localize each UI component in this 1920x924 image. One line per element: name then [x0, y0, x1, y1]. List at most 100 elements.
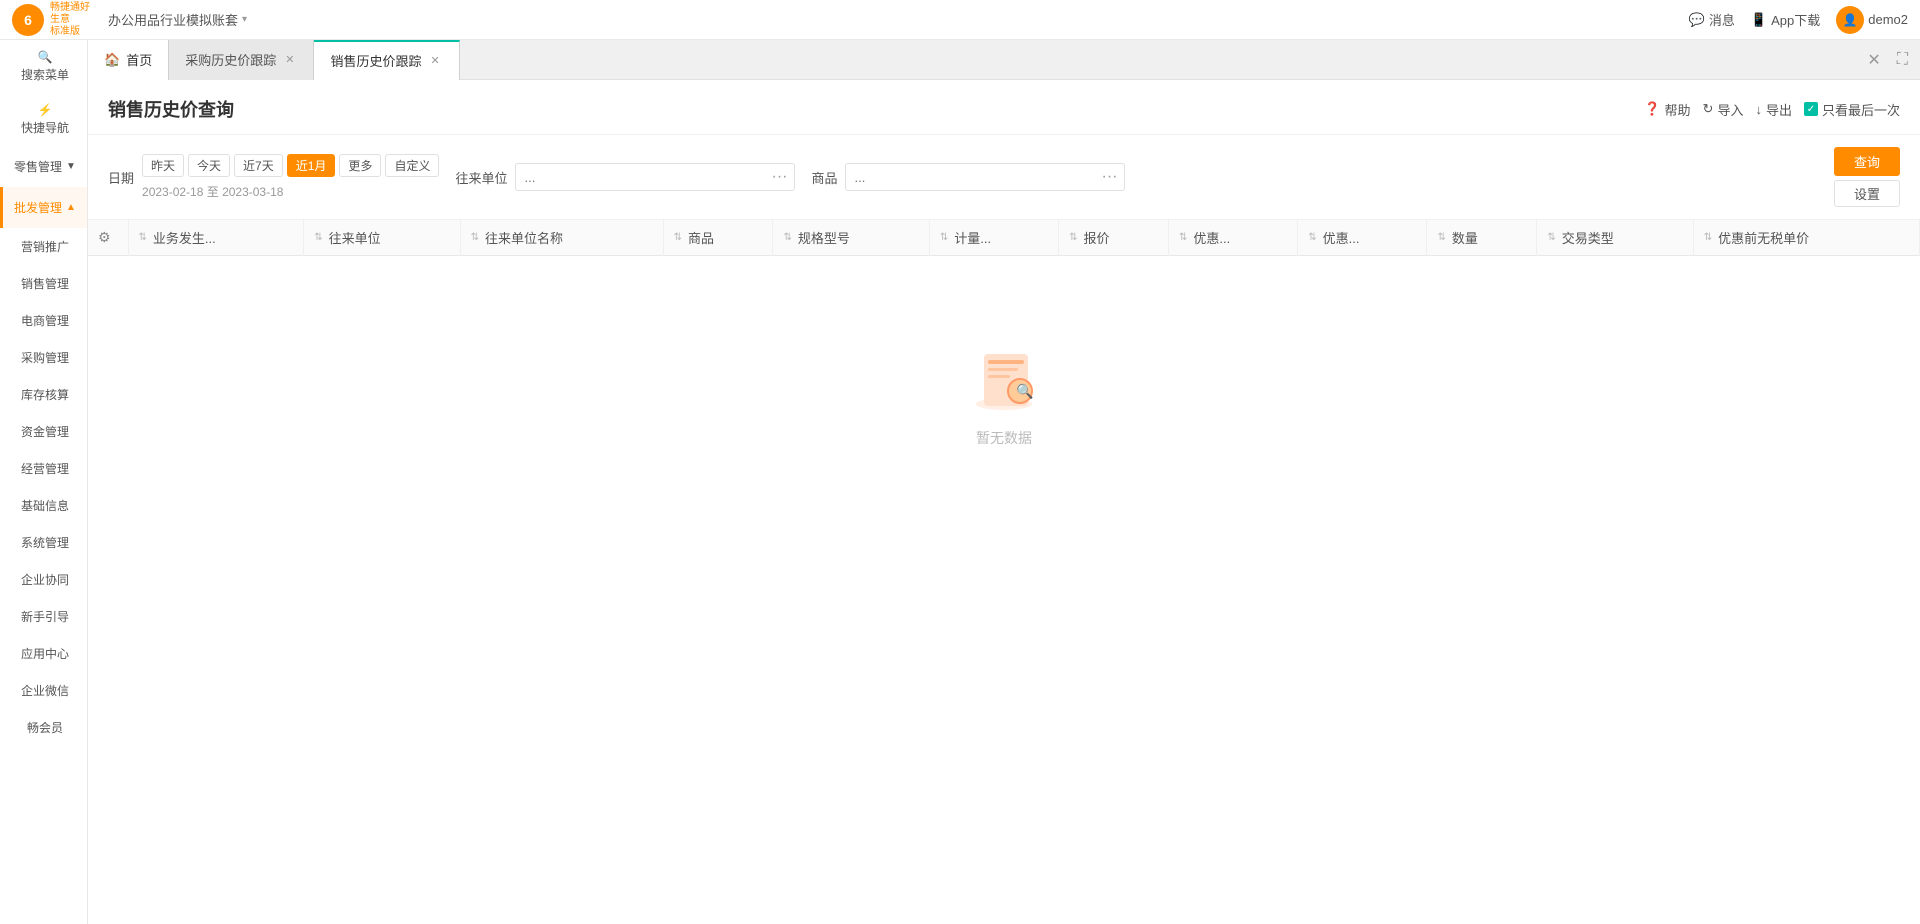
- th-partner-name[interactable]: ⇅ 往来单位名称: [460, 220, 663, 256]
- empty-state-icon: 🔍: [964, 336, 1044, 416]
- th-price[interactable]: ⇅ 报价: [1059, 220, 1169, 256]
- today-btn[interactable]: 今天: [188, 154, 230, 177]
- last1m-btn[interactable]: 近1月: [287, 154, 336, 177]
- tab-bar-actions: ✕ ⛶: [1863, 46, 1920, 74]
- sidebar-item-enterprise[interactable]: 企业协同: [0, 561, 87, 598]
- product-input[interactable]: [845, 163, 1125, 191]
- last-only-checkbox[interactable]: ✓ 只看最后一次: [1804, 100, 1900, 119]
- date-controls: 昨天 今天 近7天 近1月 更多 自定义 2023-02-18 至 2023-0…: [142, 154, 439, 200]
- partner-filter-group: 往来单位 ···: [455, 163, 795, 191]
- th-product[interactable]: ⇅ 商品: [663, 220, 773, 256]
- th-unit[interactable]: ⇅ 计量...: [929, 220, 1058, 256]
- th-spec[interactable]: ⇅ 规格型号: [773, 220, 929, 256]
- logo-icon: 6: [12, 4, 44, 36]
- th-pretax-price[interactable]: ⇅ 优惠前无税单价: [1693, 220, 1919, 256]
- chevron-down-icon: ▾: [242, 14, 247, 25]
- date-filter-label: 日期: [108, 168, 134, 187]
- close-all-tabs-button[interactable]: ✕: [1863, 46, 1884, 74]
- page-header: 销售历史价查询 ❓ 帮助 ↻ 导入 ↓ 导出 ✓: [88, 80, 1920, 135]
- page-header-actions: ❓ 帮助 ↻ 导入 ↓ 导出 ✓ 只看最后一次: [1644, 100, 1900, 131]
- app-download-button[interactable]: 📱 App下载: [1751, 10, 1820, 29]
- th-biz-date[interactable]: ⇅ 业务发生...: [128, 220, 304, 256]
- th-discount2[interactable]: ⇅ 优惠...: [1298, 220, 1427, 256]
- message-icon: 💬: [1689, 12, 1705, 28]
- tab-purchase-history[interactable]: 采购历史价跟踪 ✕: [169, 40, 314, 80]
- sidebar-item-sales[interactable]: 销售管理: [0, 265, 87, 302]
- sidebar-item-wholesale[interactable]: 批发管理 ▲: [0, 187, 87, 228]
- header-left: 6 畅捷通好生意 标准版 办公用品行业模拟账套 ▾: [12, 2, 255, 38]
- top-header: 6 畅捷通好生意 标准版 办公用品行业模拟账套 ▾ 💬 消息 📱 App下载 👤…: [0, 0, 1920, 40]
- sort-icon: ⇅: [783, 232, 791, 243]
- sidebar-item-inventory[interactable]: 库存核算: [0, 376, 87, 413]
- table-area: ⚙ ⇅ 业务发生... ⇅ 往来单: [88, 220, 1920, 924]
- tab-sales-history[interactable]: 销售历史价跟踪 ✕: [314, 40, 459, 80]
- app-selector[interactable]: 办公用品行业模拟账套 ▾: [100, 6, 255, 33]
- sidebar-item-finance[interactable]: 资金管理: [0, 413, 87, 450]
- sidebar-item-apps[interactable]: 应用中心: [0, 635, 87, 672]
- page-title: 销售历史价查询: [108, 96, 234, 134]
- sidebar-item-system[interactable]: 系统管理: [0, 524, 87, 561]
- close-sales-tab-button[interactable]: ✕: [427, 53, 442, 68]
- maximize-button[interactable]: ⛶: [1893, 47, 1912, 73]
- th-partner-code[interactable]: ⇅ 往来单位: [304, 220, 460, 256]
- sidebar-item-marketing[interactable]: 营销推广: [0, 228, 87, 265]
- quick-nav-icon: ⚡: [38, 103, 53, 117]
- product-input-dots-icon[interactable]: ···: [1102, 168, 1118, 186]
- sidebar-item-wechat[interactable]: 企业微信: [0, 672, 87, 709]
- th-quantity[interactable]: ⇅ 数量: [1427, 220, 1537, 256]
- sidebar-item-basic[interactable]: 基础信息: [0, 487, 87, 524]
- table-header-row: ⚙ ⇅ 业务发生... ⇅ 往来单: [88, 220, 1920, 256]
- custom-btn[interactable]: 自定义: [385, 154, 439, 177]
- product-filter-group: 商品 ···: [811, 163, 1125, 191]
- query-button[interactable]: 查询: [1834, 147, 1900, 176]
- help-button[interactable]: ❓ 帮助: [1644, 100, 1690, 119]
- page-content: 销售历史价查询 ❓ 帮助 ↻ 导入 ↓ 导出 ✓: [88, 80, 1920, 924]
- empty-text: 暂无数据: [976, 428, 1032, 448]
- sidebar-item-operations[interactable]: 经营管理: [0, 450, 87, 487]
- gear-icon[interactable]: ⚙: [98, 229, 111, 245]
- partner-input[interactable]: [515, 163, 795, 191]
- tab-home[interactable]: 🏠 首页: [88, 40, 169, 80]
- yesterday-btn[interactable]: 昨天: [142, 154, 184, 177]
- import-icon: ↻: [1703, 101, 1714, 117]
- avatar: 👤: [1836, 6, 1864, 34]
- sidebar-item-quick-nav[interactable]: ⚡ 快捷导航: [0, 93, 87, 146]
- checkbox-checked-icon: ✓: [1804, 102, 1818, 116]
- sort-icon: ⇅: [1069, 232, 1077, 243]
- app-title: 办公用品行业模拟账套: [108, 10, 238, 29]
- sort-icon: ⇅: [314, 232, 322, 243]
- close-purchase-tab-button[interactable]: ✕: [282, 52, 297, 67]
- chevron-down-icon: ▼: [66, 161, 76, 172]
- export-icon: ↓: [1755, 102, 1762, 117]
- sort-icon: ⇅: [674, 232, 682, 243]
- more-btn[interactable]: 更多: [339, 154, 381, 177]
- date-range-display: 2023-02-18 至 2023-03-18: [142, 183, 439, 200]
- help-icon: ❓: [1644, 101, 1660, 117]
- empty-state: 🔍 暂无数据: [88, 256, 1920, 528]
- export-button[interactable]: ↓ 导出: [1755, 100, 1792, 119]
- home-icon: 🏠: [104, 52, 120, 68]
- date-buttons: 昨天 今天 近7天 近1月 更多 自定义: [142, 154, 439, 177]
- sidebar-item-search-menu[interactable]: 🔍 搜索菜单: [0, 40, 87, 93]
- user-menu[interactable]: 👤 demo2: [1836, 6, 1908, 34]
- sidebar-item-ecommerce[interactable]: 电商管理: [0, 302, 87, 339]
- settings-button[interactable]: 设置: [1834, 180, 1900, 207]
- sidebar-item-retail[interactable]: 零售管理 ▼: [0, 146, 87, 187]
- sidebar-item-guide[interactable]: 新手引导: [0, 598, 87, 635]
- sort-icon: ⇅: [1308, 232, 1316, 243]
- import-button[interactable]: ↻ 导入: [1703, 100, 1744, 119]
- sidebar-item-purchase[interactable]: 采购管理: [0, 339, 87, 376]
- logo-area: 6 畅捷通好生意 标准版: [12, 2, 92, 38]
- filter-row: 日期 昨天 今天 近7天 近1月 更多 自定义 2023-02-18 至 202…: [108, 147, 1900, 207]
- sort-icon: ⇅: [1704, 232, 1712, 243]
- product-filter-label: 商品: [811, 168, 837, 187]
- partner-input-dots-icon[interactable]: ···: [771, 168, 787, 186]
- th-discount1[interactable]: ⇅ 优惠...: [1168, 220, 1297, 256]
- message-button[interactable]: 💬 消息: [1689, 10, 1735, 29]
- sort-icon: ⇅: [1547, 232, 1555, 243]
- th-trade-type[interactable]: ⇅ 交易类型: [1537, 220, 1693, 256]
- sort-icon: ⇅: [1179, 232, 1187, 243]
- last7-btn[interactable]: 近7天: [234, 154, 283, 177]
- sidebar-item-member[interactable]: 畅会员: [0, 709, 87, 746]
- header-right: 💬 消息 📱 App下载 👤 demo2: [1689, 6, 1908, 34]
